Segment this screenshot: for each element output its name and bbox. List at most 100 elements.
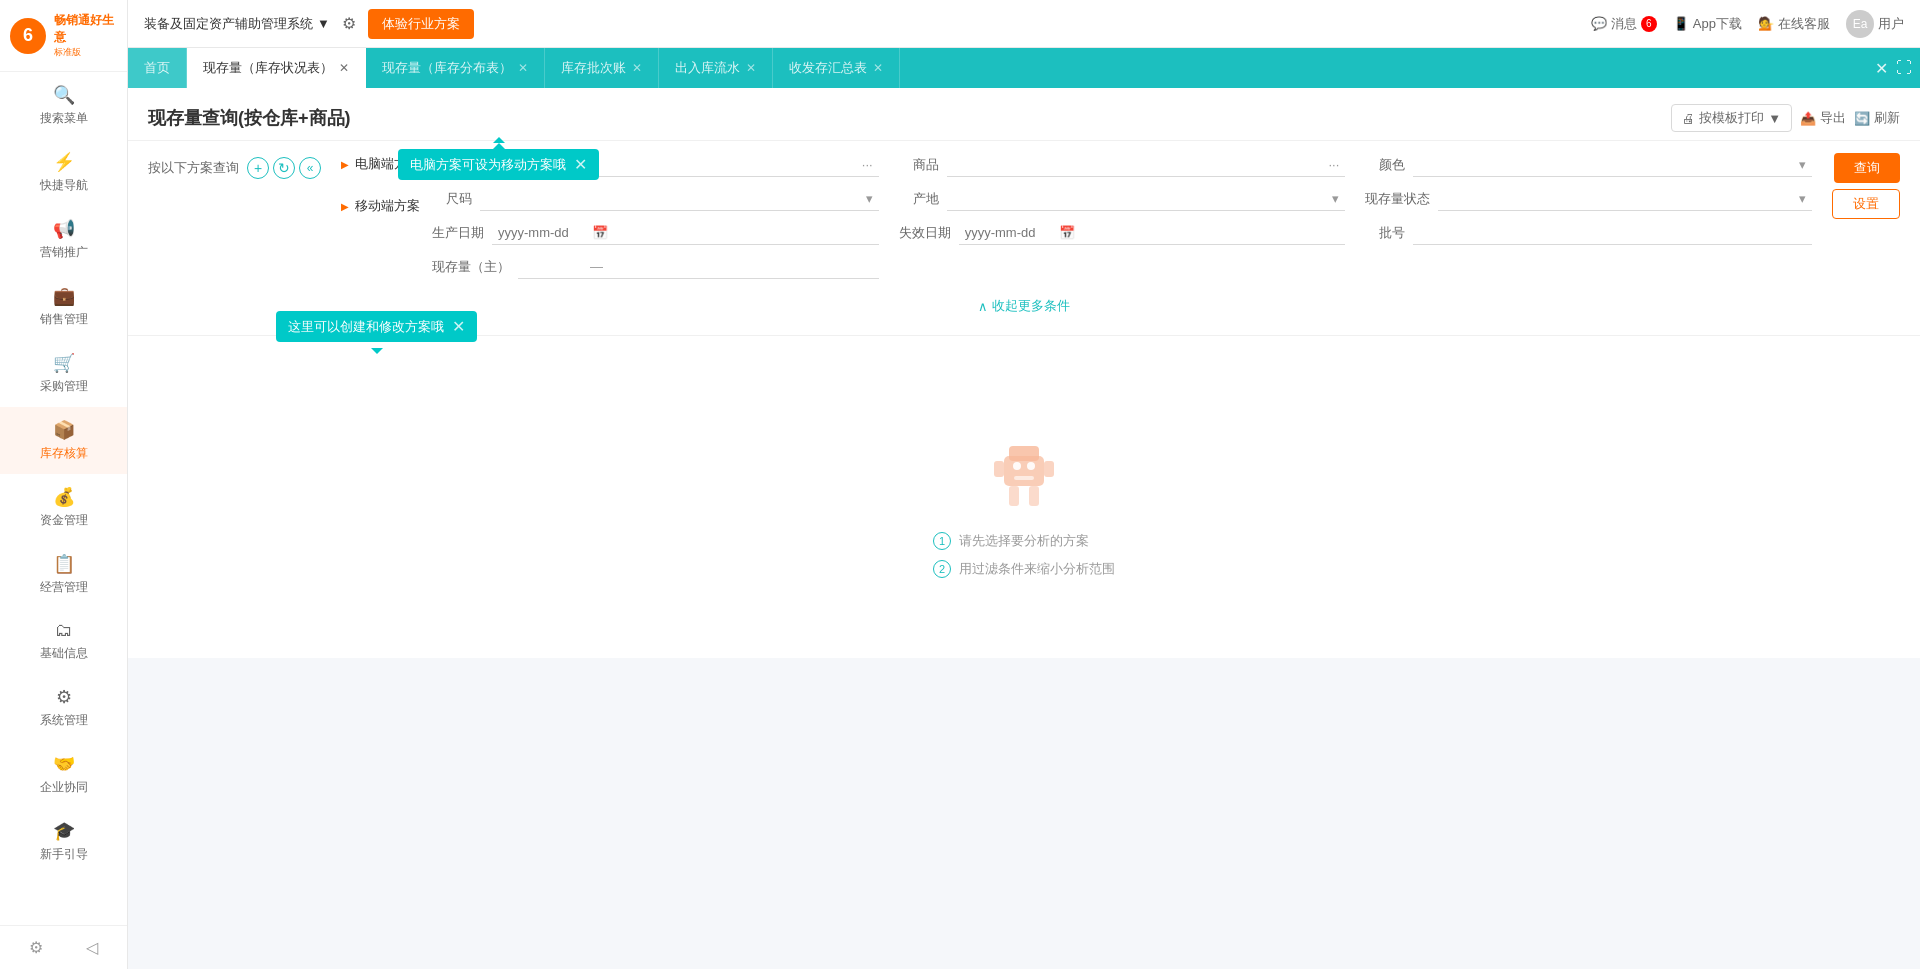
warehouse-ellipsis: ··· xyxy=(862,157,873,172)
user-item[interactable]: Ea 用户 xyxy=(1846,10,1904,38)
tab-bar: 首页 现存量（库存状况表） ✕ 现存量（库存分布表） ✕ 库存批次账 ✕ 出入库… xyxy=(128,48,1920,88)
origin-label: 产地 xyxy=(899,190,939,208)
system-icon: ⚙ xyxy=(56,686,72,708)
filter-top-row: 按以下方案查询 + ↻ « xyxy=(148,153,1900,279)
sidebar-collapse-btn[interactable]: ◁ xyxy=(86,938,98,957)
message-item[interactable]: 💬 消息 6 xyxy=(1591,15,1657,33)
goods-select[interactable]: ··· xyxy=(947,153,1346,177)
tab-inventory-dist-close[interactable]: ✕ xyxy=(518,61,528,75)
tab-in-out-flow-close[interactable]: ✕ xyxy=(746,61,756,75)
tab-inventory-status[interactable]: 现存量（库存状况表） ✕ xyxy=(187,48,366,88)
online-support-item[interactable]: 💁 在线客服 xyxy=(1758,15,1830,33)
stock-status-select[interactable]: ▾ xyxy=(1438,187,1812,211)
avatar: Ea xyxy=(1846,10,1874,38)
tab-inventory-status-close[interactable]: ✕ xyxy=(339,61,349,75)
tab-inventory-dist[interactable]: 现存量（库存分布表） ✕ xyxy=(366,48,545,88)
edit-tooltip-container: 这里可以创建和修改方案哦 ✕ xyxy=(276,311,477,342)
sidebar-item-search[interactable]: 🔍 搜索菜单 xyxy=(0,72,127,139)
tab-close-all-btn[interactable]: ✕ xyxy=(1875,59,1888,78)
main-area: 装备及固定资产辅助管理系统 ▼ ⚙ 体验行业方案 💬 消息 6 📱 App下载 … xyxy=(128,0,1920,969)
nav-menu: 🔍 搜索菜单 ⚡ 快捷导航 📢 营销推广 💼 销售管理 🛒 采购管理 📦 xyxy=(0,72,127,925)
filter-label: 按以下方案查询 xyxy=(148,159,239,177)
prod-date-input[interactable] xyxy=(498,225,588,240)
tab-batch-ledger-close[interactable]: ✕ xyxy=(632,61,642,75)
plus-icon: + xyxy=(254,160,262,176)
sidebar-label-basics: 基础信息 xyxy=(40,645,88,662)
message-icon: 💬 xyxy=(1591,16,1607,31)
sidebar-settings-btn[interactable]: ⚙ xyxy=(29,938,43,957)
sidebar-item-quick-nav[interactable]: ⚡ 快捷导航 xyxy=(0,139,127,206)
stock-main-field: 现存量（主） — xyxy=(432,255,879,279)
sidebar-item-basics[interactable]: 🗂 基础信息 xyxy=(0,608,127,674)
sidebar-label-newbie: 新手引导 xyxy=(40,846,88,863)
mobile-scheme-item[interactable]: ▶ 移动端方案 xyxy=(341,197,420,215)
scheme-back-btn[interactable]: « xyxy=(299,157,321,179)
refresh-button[interactable]: 🔄 刷新 xyxy=(1854,109,1900,127)
experience-button[interactable]: 体验行业方案 xyxy=(368,9,474,39)
export-button[interactable]: 📤 导出 xyxy=(1800,109,1846,127)
empty-state: 1 请先选择要分析的方案 2 用过滤条件来缩小分析范围 xyxy=(128,336,1920,658)
expiry-date-label: 失效日期 xyxy=(899,224,951,242)
sidebar-item-newbie[interactable]: 🎓 新手引导 xyxy=(0,808,127,875)
stock-main-to[interactable] xyxy=(609,259,669,274)
sidebar-item-sales[interactable]: 💼 销售管理 xyxy=(0,273,127,340)
scheme-tooltip-close[interactable]: ✕ xyxy=(574,155,587,174)
sidebar-bottom: ⚙ ◁ xyxy=(0,925,127,969)
empty-step-2: 2 用过滤条件来缩小分析范围 xyxy=(933,560,1115,578)
tab-collect-summary[interactable]: 收发存汇总表 ✕ xyxy=(773,48,900,88)
expiry-date-input[interactable] xyxy=(965,225,1055,240)
batch-input[interactable] xyxy=(1413,221,1812,245)
svg-rect-8 xyxy=(1029,486,1039,506)
filter-fields-grid: 仓库 ... ··· 商品 ··· xyxy=(432,153,1812,279)
sales-icon: 💼 xyxy=(53,285,75,307)
expiry-date-calendar-icon[interactable]: 📅 xyxy=(1059,225,1075,240)
sidebar: 6 畅销通好生意 标准版 🔍 搜索菜单 ⚡ 快捷导航 📢 营销推广 💼 销 xyxy=(0,0,128,969)
sidebar-item-marketing[interactable]: 📢 营销推广 xyxy=(0,206,127,273)
size-field: 尺码 ▾ xyxy=(432,187,879,211)
prod-date-calendar-icon[interactable]: 📅 xyxy=(592,225,608,240)
mobile-scheme-arrow: ▶ xyxy=(341,201,349,212)
tab-maximize-btn[interactable]: ⛶ xyxy=(1896,59,1912,77)
tab-collect-summary-close[interactable]: ✕ xyxy=(873,61,883,75)
tab-in-out-flow[interactable]: 出入库流水 ✕ xyxy=(659,48,773,88)
support-label: 在线客服 xyxy=(1778,15,1830,33)
sidebar-item-system[interactable]: ⚙ 系统管理 xyxy=(0,674,127,741)
tab-home[interactable]: 首页 xyxy=(128,48,187,88)
prod-date-range: 📅 xyxy=(492,221,879,245)
sidebar-label-enterprise: 企业协同 xyxy=(40,779,88,796)
color-select[interactable]: ▾ xyxy=(1413,153,1812,177)
edit-tooltip: 这里可以创建和修改方案哦 ✕ xyxy=(276,311,477,342)
svg-rect-1 xyxy=(1009,446,1039,461)
sidebar-item-finance[interactable]: 💰 资金管理 xyxy=(0,474,127,541)
sidebar-item-inventory[interactable]: 📦 库存核算 xyxy=(0,407,127,474)
reset-button[interactable]: 设置 xyxy=(1832,189,1900,219)
empty-step-1: 1 请先选择要分析的方案 xyxy=(933,532,1115,550)
app-download-item[interactable]: 📱 App下载 xyxy=(1673,15,1742,33)
filter-action-buttons: 查询 设置 xyxy=(1832,153,1900,219)
color-chevron-down: ▾ xyxy=(1799,157,1806,172)
batch-label: 批号 xyxy=(1365,224,1405,242)
tab-batch-ledger[interactable]: 库存批次账 ✕ xyxy=(545,48,659,88)
sidebar-item-operations[interactable]: 📋 经营管理 xyxy=(0,541,127,608)
print-button[interactable]: 🖨 按模板打印 ▼ xyxy=(1671,104,1792,132)
stock-main-from[interactable] xyxy=(524,259,584,274)
tab-in-out-flow-label: 出入库流水 xyxy=(675,59,740,77)
edit-tooltip-close[interactable]: ✕ xyxy=(452,317,465,336)
size-select[interactable]: ▾ xyxy=(480,187,879,211)
system-select[interactable]: 装备及固定资产辅助管理系统 ▼ xyxy=(144,15,330,33)
svg-rect-4 xyxy=(1014,476,1034,480)
edit-tooltip-text: 这里可以创建和修改方案哦 xyxy=(288,318,444,336)
origin-select[interactable]: ▾ xyxy=(947,187,1346,211)
page-header: 现存量查询(按仓库+商品) 🖨 按模板打印 ▼ 📤 导出 🔄 xyxy=(128,88,1920,141)
sidebar-item-enterprise[interactable]: 🤝 企业协同 xyxy=(0,741,127,808)
query-button[interactable]: 查询 xyxy=(1834,153,1900,183)
mobile-scheme-name: 移动端方案 xyxy=(355,197,420,215)
scheme-refresh-btn[interactable]: ↻ xyxy=(273,157,295,179)
scheme-tooltip-container: 电脑方案可设为移动方案哦 ✕ xyxy=(398,141,599,180)
scheme-add-btn[interactable]: + xyxy=(247,157,269,179)
sidebar-item-purchase[interactable]: 🛒 采购管理 xyxy=(0,340,127,407)
collapse-up-icon: ∧ xyxy=(978,299,988,314)
header-settings-icon[interactable]: ⚙ xyxy=(342,14,356,33)
logo-area: 6 畅销通好生意 标准版 xyxy=(0,0,127,72)
stock-main-range: — xyxy=(518,255,879,279)
